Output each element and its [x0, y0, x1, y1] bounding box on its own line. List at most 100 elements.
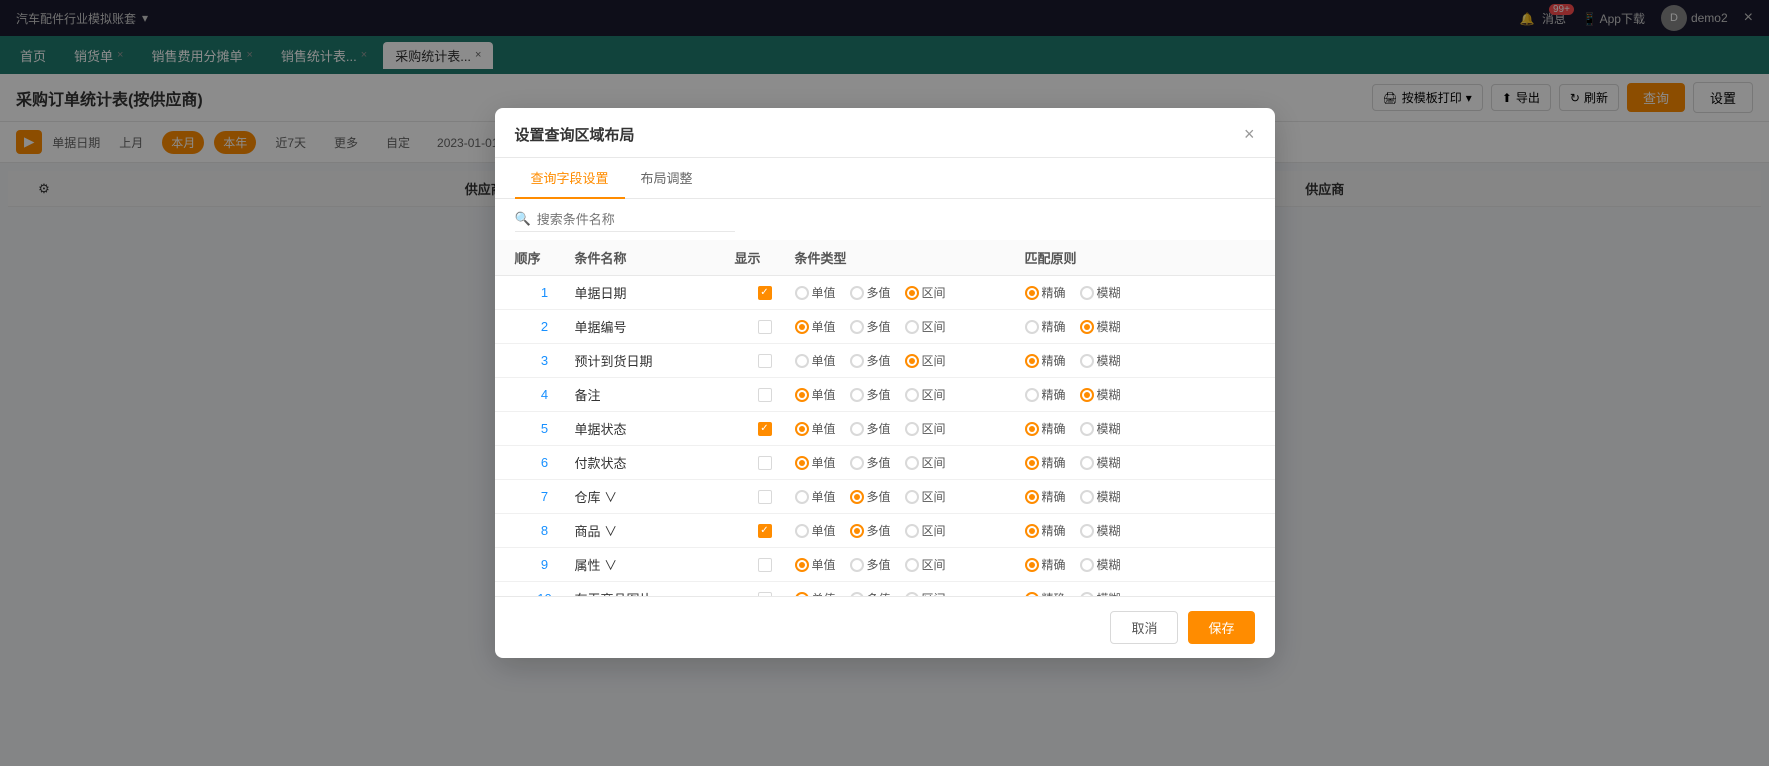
match-exact-radio[interactable] — [1025, 320, 1039, 334]
match-exact-radio[interactable] — [1025, 422, 1039, 436]
type-range[interactable]: 区间 — [905, 386, 946, 403]
type-range-radio[interactable] — [905, 286, 919, 300]
type-single-radio[interactable] — [795, 388, 809, 402]
match-exact-radio[interactable] — [1025, 524, 1039, 538]
match-exact[interactable]: 精确 — [1025, 488, 1066, 505]
type-multi[interactable]: 多值 — [850, 454, 891, 471]
match-exact[interactable]: 精确 — [1025, 318, 1066, 335]
display-checkbox[interactable] — [758, 422, 772, 436]
match-exact[interactable]: 精确 — [1025, 386, 1066, 403]
display-checkbox[interactable] — [758, 524, 772, 538]
type-range-radio[interactable] — [905, 524, 919, 538]
row-display-check[interactable] — [735, 354, 795, 368]
type-multi-radio[interactable] — [850, 320, 864, 334]
row-display-check[interactable] — [735, 456, 795, 470]
type-single-radio[interactable] — [795, 490, 809, 504]
type-multi-radio[interactable] — [850, 456, 864, 470]
search-field[interactable]: 🔍 — [515, 211, 735, 232]
type-multi-radio[interactable] — [850, 490, 864, 504]
match-fuzzy[interactable]: 模糊 — [1080, 522, 1121, 539]
match-fuzzy[interactable]: 模糊 — [1080, 488, 1121, 505]
save-button[interactable]: 保存 — [1188, 611, 1254, 644]
row-display-check[interactable] — [735, 388, 795, 402]
type-multi[interactable]: 多值 — [850, 284, 891, 301]
match-fuzzy-radio[interactable] — [1080, 490, 1094, 504]
type-single[interactable]: 单值 — [795, 454, 836, 471]
match-fuzzy-radio[interactable] — [1080, 320, 1094, 334]
type-range[interactable]: 区间 — [905, 284, 946, 301]
type-range[interactable]: 区间 — [905, 318, 946, 335]
match-exact[interactable]: 精确 — [1025, 284, 1066, 301]
type-multi[interactable]: 多值 — [850, 318, 891, 335]
match-fuzzy-radio[interactable] — [1080, 558, 1094, 572]
match-fuzzy-radio[interactable] — [1080, 354, 1094, 368]
type-single-radio[interactable] — [795, 286, 809, 300]
type-multi-radio[interactable] — [850, 524, 864, 538]
type-single-radio[interactable] — [795, 422, 809, 436]
display-checkbox[interactable] — [758, 354, 772, 368]
type-multi-radio[interactable] — [850, 354, 864, 368]
match-exact-radio[interactable] — [1025, 456, 1039, 470]
match-fuzzy-radio[interactable] — [1080, 388, 1094, 402]
match-fuzzy-radio[interactable] — [1080, 286, 1094, 300]
display-checkbox[interactable] — [758, 558, 772, 572]
type-range-radio[interactable] — [905, 422, 919, 436]
match-fuzzy[interactable]: 模糊 — [1080, 454, 1121, 471]
type-single[interactable]: 单值 — [795, 284, 836, 301]
match-exact-radio[interactable] — [1025, 388, 1039, 402]
type-single-radio[interactable] — [795, 456, 809, 470]
display-checkbox[interactable] — [758, 490, 772, 504]
row-display-check[interactable] — [735, 524, 795, 538]
type-multi[interactable]: 多值 — [850, 556, 891, 573]
type-multi[interactable]: 多值 — [850, 420, 891, 437]
type-multi-radio[interactable] — [850, 422, 864, 436]
type-single[interactable]: 单值 — [795, 522, 836, 539]
cancel-button[interactable]: 取消 — [1110, 611, 1178, 644]
type-single-radio[interactable] — [795, 524, 809, 538]
match-exact[interactable]: 精确 — [1025, 454, 1066, 471]
type-single-radio[interactable] — [795, 354, 809, 368]
row-display-check[interactable] — [735, 286, 795, 300]
type-single-radio[interactable] — [795, 558, 809, 572]
display-checkbox[interactable] — [758, 388, 772, 402]
type-single[interactable]: 单值 — [795, 420, 836, 437]
type-multi[interactable]: 多值 — [850, 488, 891, 505]
display-checkbox[interactable] — [758, 286, 772, 300]
type-range[interactable]: 区间 — [905, 488, 946, 505]
type-single[interactable]: 单值 — [795, 386, 836, 403]
match-exact[interactable]: 精确 — [1025, 352, 1066, 369]
match-exact-radio[interactable] — [1025, 354, 1039, 368]
type-range-radio[interactable] — [905, 456, 919, 470]
match-fuzzy[interactable]: 模糊 — [1080, 284, 1121, 301]
row-display-check[interactable] — [735, 490, 795, 504]
type-range-radio[interactable] — [905, 320, 919, 334]
type-multi-radio[interactable] — [850, 558, 864, 572]
match-fuzzy[interactable]: 模糊 — [1080, 420, 1121, 437]
match-fuzzy[interactable]: 模糊 — [1080, 352, 1121, 369]
type-multi[interactable]: 多值 — [850, 522, 891, 539]
type-single[interactable]: 单值 — [795, 556, 836, 573]
type-multi[interactable]: 多值 — [850, 386, 891, 403]
type-single-radio[interactable] — [795, 320, 809, 334]
type-multi-radio[interactable] — [850, 388, 864, 402]
match-fuzzy-radio[interactable] — [1080, 456, 1094, 470]
match-fuzzy[interactable]: 模糊 — [1080, 386, 1121, 403]
type-range[interactable]: 区间 — [905, 522, 946, 539]
dialog-tab-layout[interactable]: 布局调整 — [625, 158, 709, 199]
display-checkbox[interactable] — [758, 456, 772, 470]
type-multi-radio[interactable] — [850, 286, 864, 300]
match-exact[interactable]: 精确 — [1025, 522, 1066, 539]
type-range-radio[interactable] — [905, 354, 919, 368]
dialog-tab-query-fields[interactable]: 查询字段设置 — [515, 158, 625, 199]
row-display-check[interactable] — [735, 422, 795, 436]
match-exact-radio[interactable] — [1025, 558, 1039, 572]
match-exact[interactable]: 精确 — [1025, 420, 1066, 437]
display-checkbox[interactable] — [758, 320, 772, 334]
type-multi[interactable]: 多值 — [850, 352, 891, 369]
match-fuzzy-radio[interactable] — [1080, 524, 1094, 538]
row-display-check[interactable] — [735, 320, 795, 334]
match-fuzzy-radio[interactable] — [1080, 422, 1094, 436]
match-exact-radio[interactable] — [1025, 286, 1039, 300]
type-single[interactable]: 单值 — [795, 318, 836, 335]
type-range-radio[interactable] — [905, 490, 919, 504]
